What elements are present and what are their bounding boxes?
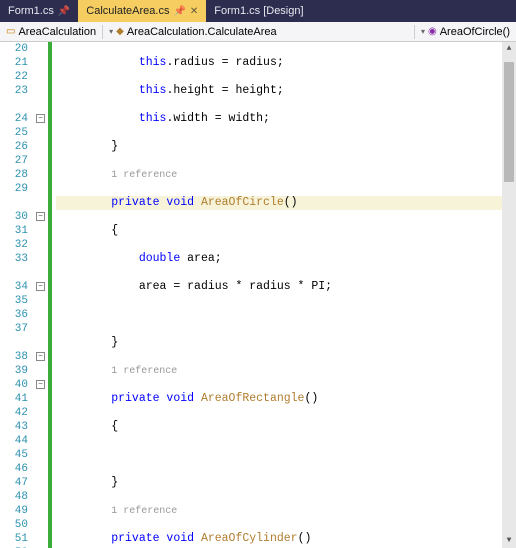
class-icon: ◆	[116, 26, 124, 37]
chevron-down-icon: ▾	[109, 27, 113, 36]
fold-toggle[interactable]: −	[36, 114, 45, 123]
line-number-gutter: 20 21 22 23 24 25 26 27 28 29 30 31 32 3…	[0, 42, 34, 548]
tab-label: CalculateArea.cs	[86, 5, 169, 17]
codelens-references[interactable]: 1 reference	[111, 170, 177, 181]
fold-toggle[interactable]: −	[36, 380, 45, 389]
vertical-scrollbar[interactable]: ▲ ▼	[502, 42, 516, 548]
nav-class-label: AreaCalculation.CalculateArea	[127, 26, 277, 38]
nav-namespace-dropdown[interactable]: ▭ AreaCalculation	[0, 22, 102, 41]
tab-form1-cs[interactable]: Form1.cs 📌	[0, 0, 78, 22]
fold-toggle[interactable]: −	[36, 352, 45, 361]
fold-column: − − − − −	[34, 42, 48, 548]
pin-icon[interactable]: 📌	[173, 6, 185, 17]
close-icon[interactable]: ✕	[190, 6, 198, 17]
pin-icon[interactable]: 📌	[58, 6, 70, 17]
codelens-references[interactable]: 1 reference	[111, 366, 177, 377]
namespace-icon: ▭	[6, 26, 15, 37]
fold-toggle[interactable]: −	[36, 212, 45, 221]
nav-member-dropdown[interactable]: ▾ ◉ AreaOfCircle()	[415, 22, 516, 41]
scroll-down-button[interactable]: ▼	[502, 534, 516, 548]
tab-calculatearea-cs[interactable]: CalculateArea.cs 📌 ✕	[78, 0, 206, 22]
scroll-up-button[interactable]: ▲	[502, 42, 516, 56]
document-tabs: Form1.cs 📌 CalculateArea.cs 📌 ✕ Form1.cs…	[0, 0, 516, 22]
navigation-bar: ▭ AreaCalculation ▾ ◆ AreaCalculation.Ca…	[0, 22, 516, 42]
code-editor[interactable]: 20 21 22 23 24 25 26 27 28 29 30 31 32 3…	[0, 42, 516, 548]
current-line: private void AreaOfCircle()	[56, 196, 502, 210]
scroll-thumb[interactable]	[504, 62, 514, 182]
chevron-down-icon: ▾	[421, 27, 425, 36]
codelens-references[interactable]: 1 reference	[111, 506, 177, 517]
code-area[interactable]: thisthis.radius = radius;.radius = radiu…	[52, 42, 502, 548]
nav-class-dropdown[interactable]: ▾ ◆ AreaCalculation.CalculateArea	[103, 22, 414, 41]
nav-member-label: AreaOfCircle()	[440, 26, 510, 38]
fold-toggle[interactable]: −	[36, 282, 45, 291]
tab-label: Form1.cs [Design]	[214, 5, 303, 17]
tab-form1-design[interactable]: Form1.cs [Design]	[206, 0, 311, 22]
nav-namespace-label: AreaCalculation	[18, 26, 96, 38]
method-icon: ◉	[428, 26, 437, 37]
tab-label: Form1.cs	[8, 5, 54, 17]
